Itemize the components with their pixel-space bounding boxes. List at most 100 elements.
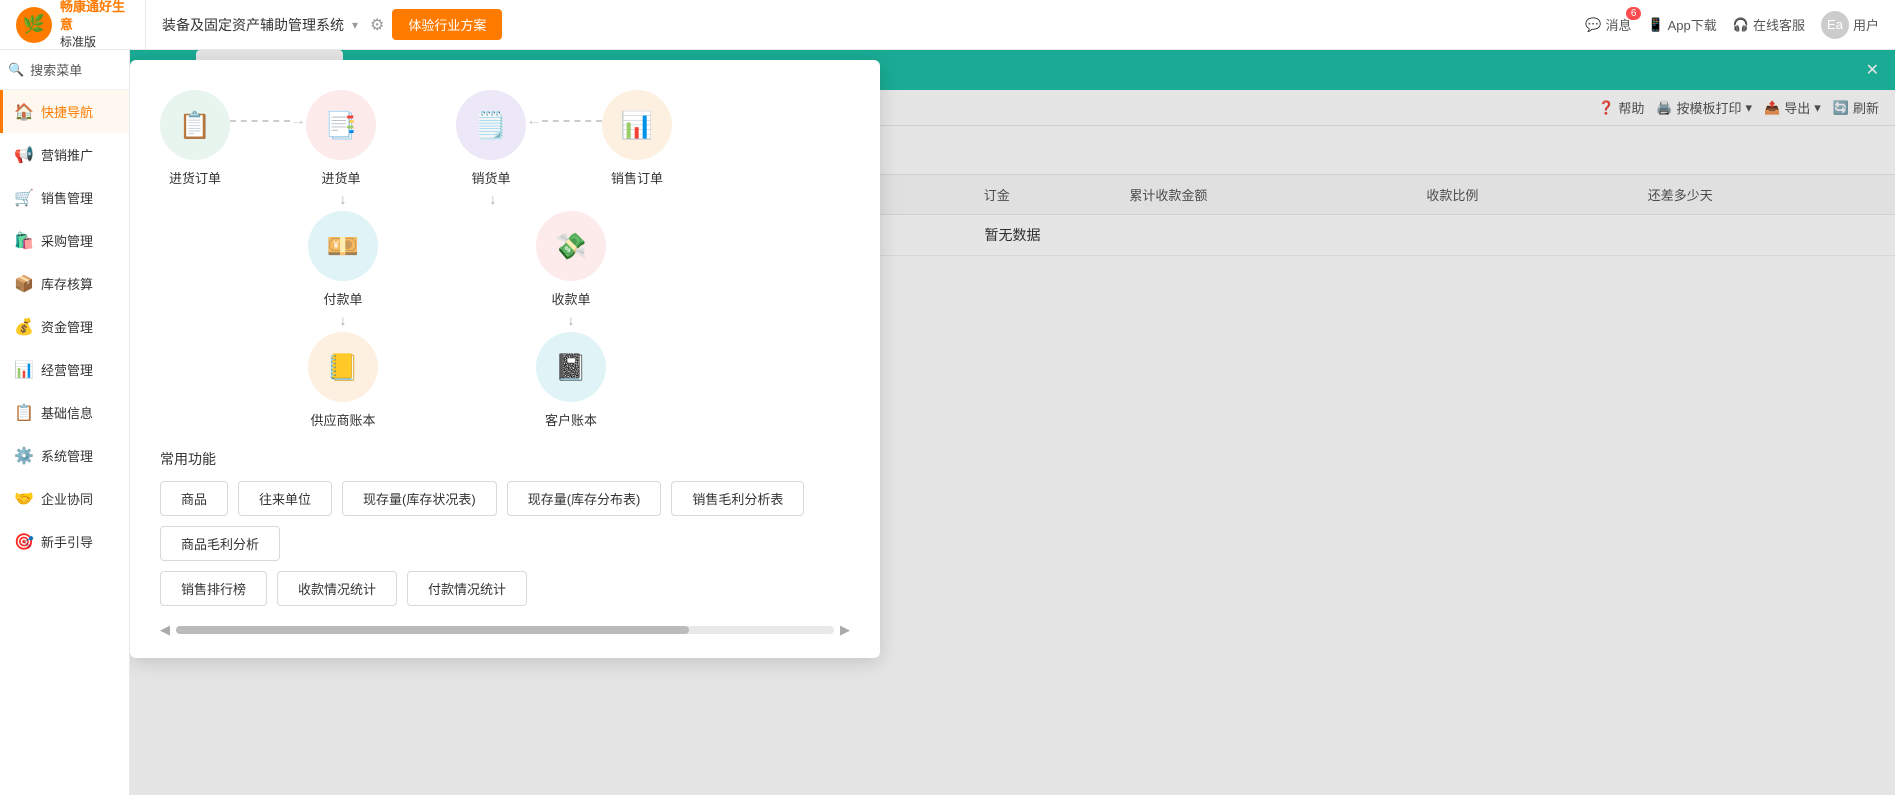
func-btn-product-margin[interactable]: 商品毛利分析	[160, 526, 280, 561]
sidebar: 🔍 搜索菜单 🏠 快捷导航 📢 营销推广 🛒 销售管理 🛍️ 采购管理 📦	[0, 50, 130, 795]
top-bar: 🌿 畅康通好生意 标准版 装备及固定资产辅助管理系统 ▾ ⚙ 体验行业方案 💬 …	[0, 0, 1895, 50]
sidebar-item-system[interactable]: ⚙️ 系统管理	[0, 434, 129, 477]
search-icon: 🔍	[8, 62, 24, 78]
guide-icon: 🎯	[15, 533, 33, 551]
down-arrows-1: ↓ ↓	[160, 187, 850, 211]
message-icon: 💬	[1585, 17, 1601, 33]
payment-bill-circle[interactable]: 💴	[308, 211, 378, 281]
purchase-order-label: 进货订单	[169, 168, 221, 187]
func-btn-payment-stats[interactable]: 付款情况统计	[407, 571, 527, 606]
app-download-icon: 📱	[1647, 17, 1663, 33]
quick-nav-overlay: 📋 进货订单 → 📑	[130, 50, 1895, 795]
purchase-order-icon: 📋	[179, 110, 211, 141]
sale-order-icon: 📊	[621, 110, 653, 141]
scrollbar-track[interactable]	[176, 626, 834, 634]
func-btn-sales-rank[interactable]: 销售排行榜	[160, 571, 267, 606]
common-functions-title: 常用功能	[160, 449, 850, 469]
main-area: 🔍 搜索菜单 🏠 快捷导航 📢 营销推广 🛒 销售管理 🛍️ 采购管理 📦	[0, 50, 1895, 795]
func-btn-stock-status[interactable]: 现存量(库存状况表)	[342, 481, 497, 516]
content-area: 首页 销售订单执行表 ✕ ✕ ❓ 帮助 🖨️ 按模板打印 ▾	[130, 50, 1895, 795]
app-download-btn[interactable]: 📱 App下载	[1647, 15, 1716, 34]
sidebar-label-finance: 资金管理	[41, 317, 93, 336]
flow-row-2: 💴 付款单 💸 收款单	[160, 211, 850, 308]
quick-nav-popup: 📋 进货订单 → 📑	[130, 60, 880, 658]
sidebar-item-sales[interactable]: 🛒 销售管理	[0, 176, 129, 219]
receipt-bill-circle[interactable]: 💸	[536, 211, 606, 281]
sidebar-item-guide[interactable]: 🎯 新手引导	[0, 520, 129, 563]
purchase-bill-circle[interactable]: 📑	[306, 90, 376, 160]
app-download-label: App下载	[1668, 15, 1717, 34]
spacer-da1	[160, 187, 230, 211]
message-btn[interactable]: 💬 消息 6	[1585, 15, 1631, 34]
payment-bill-label: 付款单	[323, 289, 362, 308]
sales-icon: 🛒	[15, 189, 33, 207]
sale-bill-circle[interactable]: 🗒️	[456, 90, 526, 160]
sidebar-item-operations[interactable]: 📊 经营管理	[0, 348, 129, 391]
down-arrow-purchase-bill: ↓	[308, 187, 378, 211]
spacer-da2	[230, 187, 308, 211]
user-area[interactable]: Ea 用户	[1821, 11, 1879, 39]
spacer-da3	[378, 187, 458, 211]
popup-scrollbar: ◀ ▶	[160, 622, 850, 638]
func-btn-product[interactable]: 商品	[160, 481, 228, 516]
sidebar-item-basic-info[interactable]: 📋 基础信息	[0, 391, 129, 434]
spacer-da2-1	[160, 308, 308, 332]
func-btn-partner[interactable]: 往来单位	[238, 481, 332, 516]
purchase-order-circle[interactable]: 📋	[160, 90, 230, 160]
trial-button[interactable]: 体验行业方案	[392, 9, 502, 40]
scrollbar-left-arrow[interactable]: ◀	[160, 622, 170, 638]
purchase-icon: 🛍️	[15, 232, 33, 250]
customer-account-icon: 📓	[555, 352, 587, 383]
system-icon: ⚙️	[15, 447, 33, 465]
sidebar-search[interactable]: 🔍 搜索菜单	[0, 50, 129, 90]
headset-icon: 🎧	[1733, 17, 1749, 33]
purchase-bill-icon: 📑	[325, 110, 357, 141]
purchase-bill-label: 进货单	[321, 168, 360, 187]
payment-bill-icon: 💴	[327, 231, 359, 262]
user-name: 用户	[1853, 15, 1879, 34]
spacer-da4	[528, 187, 606, 211]
func-btn-receipt-stats[interactable]: 收款情况统计	[277, 571, 397, 606]
func-btn-sales-margin[interactable]: 销售毛利分析表	[671, 481, 804, 516]
sidebar-label-corp: 企业协同	[41, 489, 93, 508]
sidebar-item-corp[interactable]: 🤝 企业协同	[0, 477, 129, 520]
down-arrow-payment: ↓	[308, 308, 378, 332]
sidebar-item-marketing[interactable]: 📢 营销推广	[0, 133, 129, 176]
supplier-account-icon: 📒	[327, 352, 359, 383]
func-buttons-row2: 销售排行榜 收款情况统计 付款情况统计	[160, 571, 850, 606]
sidebar-item-quick-nav[interactable]: 🏠 快捷导航	[0, 90, 129, 133]
payment-bill-node: 💴 付款单	[308, 211, 378, 308]
sidebar-label-guide: 新手引导	[41, 532, 93, 551]
supplier-account-label: 供应商账本	[310, 410, 375, 429]
top-center: 装备及固定资产辅助管理系统 ▾ ⚙ 体验行业方案	[162, 9, 1585, 40]
scrollbar-right-arrow[interactable]: ▶	[840, 622, 850, 638]
spacer-da5	[606, 187, 676, 211]
receipt-bill-icon: 💸	[555, 231, 587, 262]
search-label: 搜索菜单	[30, 60, 82, 79]
top-right: 💬 消息 6 📱 App下载 🎧 在线客服 Ea 用户	[1585, 11, 1879, 39]
system-dropdown-icon[interactable]: ▾	[352, 18, 358, 32]
customer-account-circle[interactable]: 📓	[536, 332, 606, 402]
purchase-bill-node: 📑 进货单	[306, 90, 376, 187]
settings-icon[interactable]: ⚙	[370, 15, 384, 35]
sidebar-item-inventory[interactable]: 📦 库存核算	[0, 262, 129, 305]
online-service-btn[interactable]: 🎧 在线客服	[1733, 15, 1805, 34]
sidebar-label-system: 系统管理	[41, 446, 93, 465]
arrow-2: ←	[526, 90, 602, 130]
sidebar-item-purchase[interactable]: 🛍️ 采购管理	[0, 219, 129, 262]
sale-order-node: 📊 销售订单	[602, 90, 672, 187]
sale-bill-label: 销货单	[471, 168, 510, 187]
purchase-order-node: 📋 进货订单	[160, 90, 230, 187]
supplier-account-circle[interactable]: 📒	[308, 332, 378, 402]
flow-row-3: 📒 供应商账本 📓 客户账本	[160, 332, 850, 429]
scrollbar-thumb	[176, 626, 689, 634]
basic-info-icon: 📋	[15, 404, 33, 422]
flow-row-1: 📋 进货订单 → 📑	[160, 90, 850, 187]
sidebar-label-sales: 销售管理	[41, 188, 93, 207]
sidebar-item-finance[interactable]: 💰 资金管理	[0, 305, 129, 348]
down-arrow-sale-bill: ↓	[458, 187, 528, 211]
user-avatar: Ea	[1821, 11, 1849, 39]
sidebar-label-operations: 经营管理	[41, 360, 93, 379]
sale-order-circle[interactable]: 📊	[602, 90, 672, 160]
func-btn-stock-dist[interactable]: 现存量(库存分布表)	[507, 481, 662, 516]
